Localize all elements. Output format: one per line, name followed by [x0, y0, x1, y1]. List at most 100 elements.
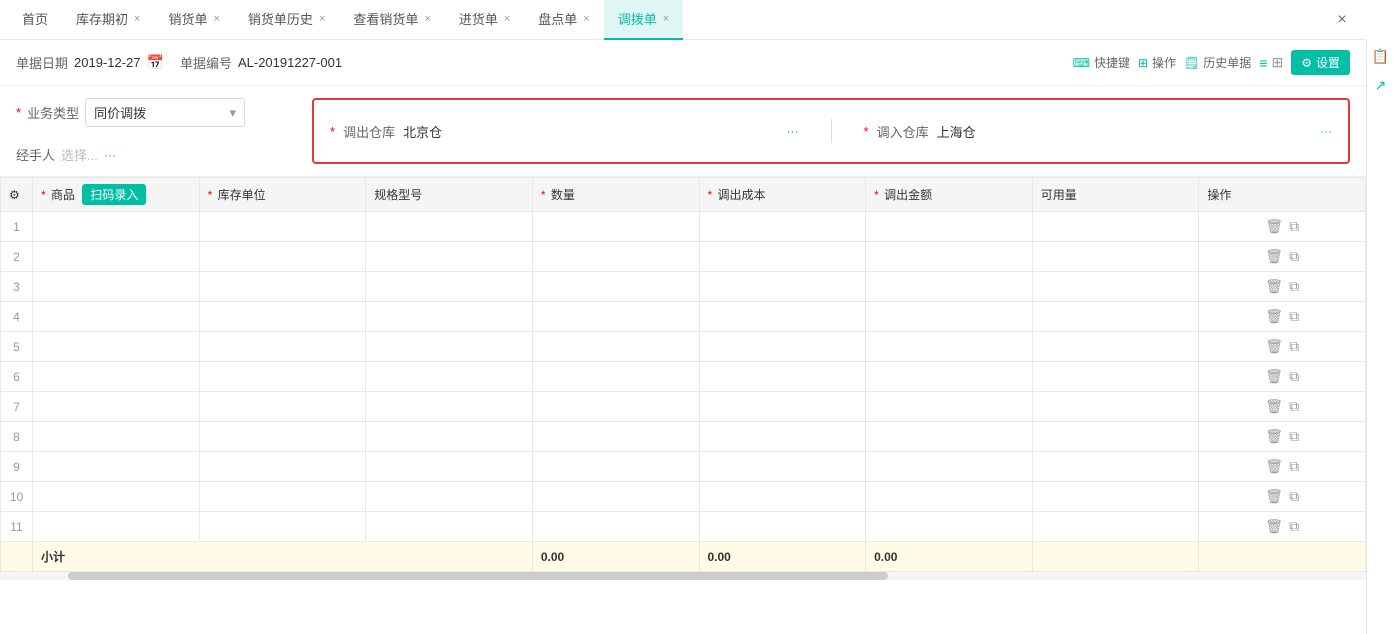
warehouse-in-value[interactable]: 上海仓 — [937, 122, 976, 141]
copy-icon[interactable]: ⧉ — [1289, 488, 1299, 505]
horizontal-scrollbar[interactable] — [0, 572, 1366, 580]
delete-icon[interactable]: 🗑 — [1265, 428, 1283, 445]
subtotal-row: 小计 0.00 0.00 0.00 — [1, 542, 1366, 572]
form-header: 单据日期 2019-12-27 📅 单据编号 AL-20191227-001 ⌨… — [0, 40, 1366, 86]
subtotal-amount: 0.00 — [866, 542, 1033, 572]
sidebar-notes-icon[interactable]: 📋 — [1372, 48, 1389, 65]
warehouse-in-more-button[interactable]: ··· — [1320, 124, 1332, 138]
biz-type-value: 同价调拨 — [94, 103, 146, 122]
subtotal-qty: 0.00 — [532, 542, 699, 572]
delete-icon[interactable]: 🗑 — [1265, 458, 1283, 475]
handler-field: 经手人 选择... ··· — [16, 145, 296, 164]
copy-icon[interactable]: ⧉ — [1289, 518, 1299, 535]
delete-icon[interactable]: 🗑 — [1265, 308, 1283, 325]
window-close-button[interactable]: × — [1326, 4, 1358, 36]
delete-icon[interactable]: 🗑 — [1265, 398, 1283, 415]
scan-entry-button[interactable]: 扫码录入 — [82, 184, 146, 205]
tab-sales-history[interactable]: 销货单历史 × — [234, 0, 339, 40]
copy-icon[interactable]: ⧉ — [1289, 278, 1299, 295]
layout-icons: ≡ ⊞ — [1259, 54, 1283, 71]
col-amount: * 调出金额 — [866, 178, 1033, 212]
table-row: 4🗑⧉ — [1, 302, 1366, 332]
warehouse-divider — [831, 119, 832, 143]
col-cost: * 调出成本 — [699, 178, 866, 212]
data-table-container: ⚙ * 商品 扫码录入 * 库存单位 规格型号 * 数 — [0, 177, 1366, 580]
history-button[interactable]: 🗒 历史单据 — [1184, 54, 1251, 71]
shortcut-button[interactable]: ⌨ 快捷键 — [1073, 54, 1130, 71]
tab-close-view-sales[interactable]: × — [424, 13, 430, 25]
tab-inventory[interactable]: 盘点单 × — [524, 0, 603, 40]
settings-button[interactable]: ⚙ 设置 — [1291, 50, 1350, 75]
tab-sales-order[interactable]: 销货单 × — [154, 0, 233, 40]
table-row: 1🗑⧉ — [1, 212, 1366, 242]
col-unit: * 库存单位 — [199, 178, 366, 212]
tab-transfer[interactable]: 调拨单 × — [604, 0, 683, 40]
gear-icon: ⚙ — [1301, 56, 1312, 70]
date-label: 单据日期 — [16, 53, 68, 72]
subtotal-cost: 0.00 — [699, 542, 866, 572]
table-row: 11🗑⧉ — [1, 512, 1366, 542]
copy-icon[interactable]: ⧉ — [1289, 218, 1299, 235]
calendar-icon[interactable]: 📅 — [147, 54, 164, 71]
tab-close-sales-history[interactable]: × — [319, 13, 325, 25]
left-form: * 业务类型 同价调拨 ▾ 经手人 选择... ··· — [16, 98, 296, 164]
scroll-thumb[interactable] — [68, 572, 888, 580]
tab-close-inventory-init[interactable]: × — [134, 13, 140, 25]
data-table: ⚙ * 商品 扫码录入 * 库存单位 规格型号 * 数 — [0, 177, 1366, 572]
handler-label: 经手人 — [16, 145, 55, 164]
table-row: 8🗑⧉ — [1, 422, 1366, 452]
col-spec: 规格型号 — [366, 178, 533, 212]
date-value[interactable]: 2019-12-27 — [74, 55, 141, 70]
layout-grid-icon[interactable]: ⊞ — [1271, 54, 1283, 71]
table-row: 10🗑⧉ — [1, 482, 1366, 512]
handler-more-button[interactable]: ··· — [104, 148, 116, 162]
delete-icon[interactable]: 🗑 — [1265, 488, 1283, 505]
docno-label: 单据编号 — [180, 53, 232, 72]
table-header-row: ⚙ * 商品 扫码录入 * 库存单位 规格型号 * 数 — [1, 178, 1366, 212]
delete-icon[interactable]: 🗑 — [1265, 278, 1283, 295]
delete-icon[interactable]: 🗑 — [1265, 368, 1283, 385]
table-row: 9🗑⧉ — [1, 452, 1366, 482]
form-body: * 业务类型 同价调拨 ▾ 经手人 选择... ··· * 调出仓库 北京仓 ·… — [0, 86, 1366, 177]
table-row: 6🗑⧉ — [1, 362, 1366, 392]
copy-icon[interactable]: ⧉ — [1289, 248, 1299, 265]
delete-icon[interactable]: 🗑 — [1265, 518, 1283, 535]
date-field-group: 单据日期 2019-12-27 📅 — [16, 53, 164, 72]
layout-list-icon[interactable]: ≡ — [1259, 55, 1267, 71]
delete-icon[interactable]: 🗑 — [1265, 218, 1283, 235]
copy-icon[interactable]: ⧉ — [1289, 458, 1299, 475]
delete-icon[interactable]: 🗑 — [1265, 248, 1283, 265]
col-qty: * 数量 — [532, 178, 699, 212]
form-header-left: 单据日期 2019-12-27 📅 单据编号 AL-20191227-001 — [16, 53, 1073, 72]
table-row: 5🗑⧉ — [1, 332, 1366, 362]
operation-button[interactable]: ⊞ 操作 — [1138, 54, 1176, 71]
biz-type-dropdown[interactable]: 同价调拨 ▾ — [85, 98, 245, 127]
tab-view-sales[interactable]: 查看销货单 × — [339, 0, 444, 40]
tab-bar: 首页 库存期初 × 销货单 × 销货单历史 × 查看销货单 × 进货单 × 盘点… — [0, 0, 1366, 40]
warehouse-out-value[interactable]: 北京仓 — [403, 122, 442, 141]
copy-icon[interactable]: ⧉ — [1289, 368, 1299, 385]
copy-icon[interactable]: ⧉ — [1289, 398, 1299, 415]
copy-icon[interactable]: ⧉ — [1289, 428, 1299, 445]
biz-type-label: 业务类型 — [27, 103, 79, 122]
tab-close-purchase[interactable]: × — [504, 13, 510, 25]
copy-icon[interactable]: ⧉ — [1289, 338, 1299, 355]
col-gear[interactable]: ⚙ — [1, 178, 33, 212]
delete-icon[interactable]: 🗑 — [1265, 338, 1283, 355]
tab-close-inventory[interactable]: × — [583, 13, 589, 25]
tab-close-sales-order[interactable]: × — [213, 13, 219, 25]
shortcut-icon: ⌨ — [1073, 56, 1090, 70]
tab-purchase[interactable]: 进货单 × — [445, 0, 524, 40]
copy-icon[interactable]: ⧉ — [1289, 308, 1299, 325]
table-row: 2🗑⧉ — [1, 242, 1366, 272]
warehouse-in-required: * — [864, 124, 869, 139]
warehouse-out-more-button[interactable]: ··· — [787, 124, 799, 138]
handler-input[interactable]: 选择... — [61, 145, 98, 164]
tab-home[interactable]: 首页 — [8, 0, 62, 40]
warehouse-section: * 调出仓库 北京仓 ··· * 调入仓库 上海仓 ··· — [312, 98, 1350, 164]
sidebar-export-icon[interactable]: ↗ — [1375, 77, 1387, 94]
tab-inventory-init[interactable]: 库存期初 × — [62, 0, 154, 40]
tab-close-transfer[interactable]: × — [663, 13, 669, 25]
warehouse-in-field: * 调入仓库 上海仓 ··· — [864, 122, 1333, 141]
col-product: * 商品 扫码录入 — [33, 178, 200, 212]
